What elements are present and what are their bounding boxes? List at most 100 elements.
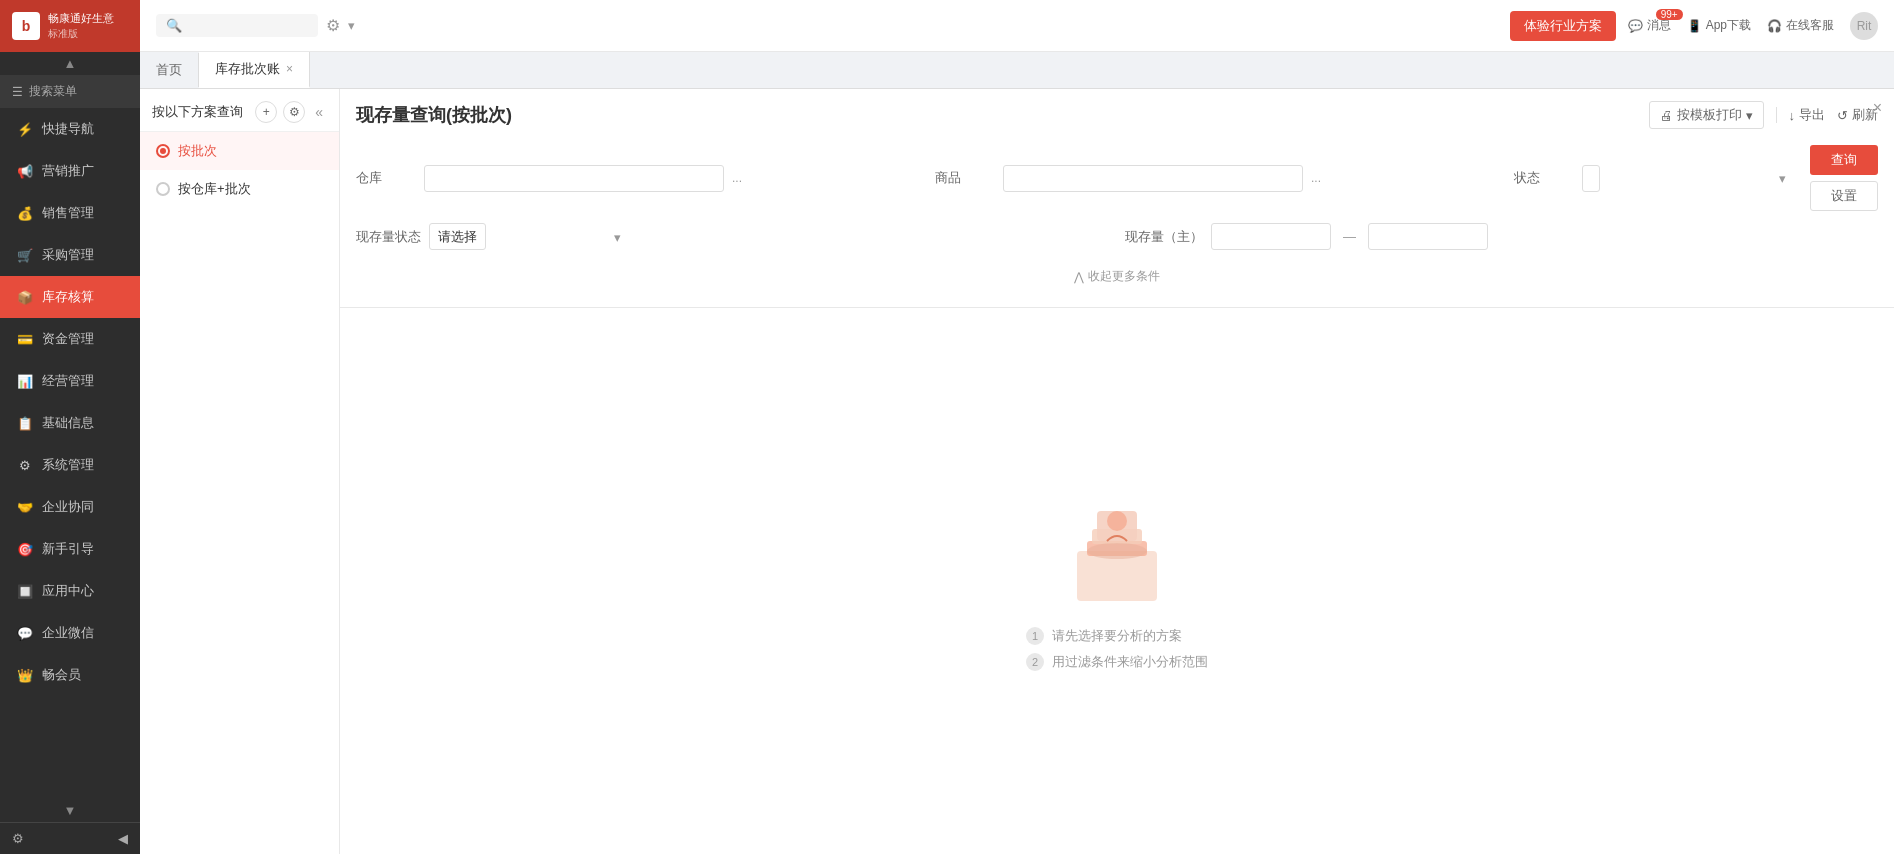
right-panel: 现存量查询(按批次) 🖨 按模板打印 ▾ ↓ 导出 ↺ 刷新 bbox=[340, 89, 1894, 854]
scheme-by-batch[interactable]: 按批次 bbox=[140, 132, 339, 170]
messages-badge: 99+ bbox=[1656, 9, 1683, 20]
sidebar-header: b 畅康通好生意 标准版 bbox=[0, 0, 140, 52]
online-support-label: 在线客服 bbox=[1786, 17, 1834, 34]
scheme-by-warehouse-batch[interactable]: 按仓库+批次 bbox=[140, 170, 339, 208]
topbar-left: 🔍 ⚙ ▾ bbox=[156, 14, 1498, 37]
collapse-more-btn[interactable]: ⋀ 收起更多条件 bbox=[356, 262, 1878, 291]
main-area: 🔍 ⚙ ▾ 体验行业方案 💬 消息 99+ 📱 App下载 🎧 在线客服 bbox=[140, 0, 1894, 854]
collapse-panel-btn[interactable]: « bbox=[311, 102, 327, 122]
brand-sub: 标准版 bbox=[48, 27, 114, 41]
settings-btn[interactable]: 设置 bbox=[1810, 181, 1878, 211]
sidebar-item-marketing[interactable]: 📢 营销推广 bbox=[0, 150, 140, 192]
tab-home-label: 首页 bbox=[156, 61, 182, 79]
nav-label: 企业协同 bbox=[42, 498, 94, 516]
nav-label: 畅会员 bbox=[42, 666, 81, 684]
goods-input[interactable] bbox=[1003, 165, 1303, 192]
query-btn[interactable]: 查询 bbox=[1810, 145, 1878, 175]
warehouse-more-btn[interactable]: ... bbox=[732, 171, 742, 185]
scroll-down-btn[interactable]: ▼ bbox=[0, 799, 140, 822]
basic-icon: 📋 bbox=[16, 414, 34, 432]
user-avatar-btn[interactable]: Rit bbox=[1850, 12, 1878, 40]
quick-nav-icon: ⚡ bbox=[16, 120, 34, 138]
sidebar-item-finance[interactable]: 💳 资金管理 bbox=[0, 318, 140, 360]
page-title: 现存量查询(按批次) bbox=[356, 103, 512, 127]
message-icon: 💬 bbox=[1628, 19, 1643, 33]
nav-label: 库存核算 bbox=[42, 288, 94, 306]
sidebar-item-apps[interactable]: 🔲 应用中心 bbox=[0, 570, 140, 612]
support-icon: 🎧 bbox=[1767, 19, 1782, 33]
sidebar-item-system[interactable]: ⚙ 系统管理 bbox=[0, 444, 140, 486]
print-icon: 🖨 bbox=[1660, 108, 1673, 123]
inventory-status-select[interactable]: 请选择 bbox=[429, 223, 486, 250]
industry-btn[interactable]: 体验行业方案 bbox=[1510, 11, 1616, 41]
goods-more-btn[interactable]: ... bbox=[1311, 171, 1321, 185]
warehouse-label: 仓库 bbox=[356, 169, 416, 187]
user-name: Rit bbox=[1857, 19, 1872, 33]
warehouse-input[interactable] bbox=[424, 165, 724, 192]
tab-home[interactable]: 首页 bbox=[140, 53, 199, 87]
radio-by-batch bbox=[156, 144, 170, 158]
empty-state: 1 请先选择要分析的方案 2 用过滤条件来缩小分析范围 bbox=[340, 308, 1894, 854]
dropdown-icon[interactable]: ▾ bbox=[348, 18, 355, 33]
finance-icon: 💳 bbox=[16, 330, 34, 348]
sidebar-item-quick-nav[interactable]: ⚡ 快捷导航 bbox=[0, 108, 140, 150]
search-icon: ☰ bbox=[12, 85, 23, 99]
wechat-icon: 💬 bbox=[16, 624, 34, 642]
collapse-sidebar-icon[interactable]: ◀ bbox=[118, 831, 128, 846]
print-dropdown-icon: ▾ bbox=[1746, 108, 1753, 123]
sidebar-item-purchase[interactable]: 🛒 采购管理 bbox=[0, 234, 140, 276]
search-menu-btn[interactable]: ☰ 搜索菜单 bbox=[0, 75, 140, 108]
print-btn[interactable]: 🖨 按模板打印 ▾ bbox=[1649, 101, 1764, 129]
apps-icon: 🔲 bbox=[16, 582, 34, 600]
nav-label: 采购管理 bbox=[42, 246, 94, 264]
search-input[interactable] bbox=[188, 19, 308, 33]
inventory-status-select-wrapper[interactable]: 请选择 bbox=[429, 223, 629, 250]
radio-by-warehouse-batch bbox=[156, 182, 170, 196]
scroll-up-btn[interactable]: ▲ bbox=[0, 52, 140, 75]
add-scheme-btn[interactable]: + bbox=[255, 101, 277, 123]
app-download-btn[interactable]: 📱 App下载 bbox=[1687, 17, 1751, 34]
close-panel-btn[interactable]: × bbox=[1873, 99, 1882, 117]
topbar-search-box[interactable]: 🔍 bbox=[156, 14, 318, 37]
svg-point-5 bbox=[1107, 511, 1127, 531]
quantity-from-input[interactable] bbox=[1211, 223, 1331, 250]
settings-icon: ⚙ bbox=[289, 105, 300, 119]
sidebar-item-newbie[interactable]: 🎯 新手引导 bbox=[0, 528, 140, 570]
purchase-icon: 🛒 bbox=[16, 246, 34, 264]
nav-label: 营销推广 bbox=[42, 162, 94, 180]
tab-close-btn[interactable]: × bbox=[286, 62, 293, 76]
refresh-icon: ↺ bbox=[1837, 108, 1848, 123]
sidebar-item-inventory[interactable]: 📦 库存核算 bbox=[0, 276, 140, 318]
quantity-to-input[interactable] bbox=[1368, 223, 1488, 250]
topbar-icon-group: 💬 消息 99+ 📱 App下载 🎧 在线客服 Rit bbox=[1628, 12, 1878, 40]
empty-text: 1 请先选择要分析的方案 2 用过滤条件来缩小分析范围 bbox=[1026, 627, 1208, 671]
app-download-label: App下载 bbox=[1706, 17, 1751, 34]
sidebar-item-member[interactable]: 👑 畅会员 bbox=[0, 654, 140, 696]
sidebar-item-wechat[interactable]: 💬 企业微信 bbox=[0, 612, 140, 654]
nav-label: 应用中心 bbox=[42, 582, 94, 600]
online-support-btn[interactable]: 🎧 在线客服 bbox=[1767, 17, 1834, 34]
sidebar-item-basic[interactable]: 📋 基础信息 bbox=[0, 402, 140, 444]
export-btn[interactable]: ↓ 导出 bbox=[1789, 106, 1826, 124]
sidebar-item-sales[interactable]: 💰 销售管理 bbox=[0, 192, 140, 234]
left-panel-header: 按以下方案查询 + ⚙ « bbox=[140, 89, 339, 132]
nav-label: 系统管理 bbox=[42, 456, 94, 474]
scheme-settings-btn[interactable]: ⚙ bbox=[283, 101, 305, 123]
sidebar: b 畅康通好生意 标准版 ▲ ☰ 搜索菜单 ⚡ 快捷导航 📢 营销推广 💰 销售… bbox=[0, 0, 140, 854]
filter-inventory-status: 现存量状态 请选择 bbox=[356, 223, 1109, 250]
tab-inventory-batch[interactable]: 库存批次账 × bbox=[199, 52, 310, 88]
status-select-wrapper[interactable] bbox=[1582, 165, 1794, 192]
settings-icon[interactable]: ⚙ bbox=[326, 16, 340, 35]
status-select[interactable] bbox=[1582, 165, 1600, 192]
hint-text-1: 请先选择要分析的方案 bbox=[1052, 627, 1182, 645]
sidebar-item-enterprise[interactable]: 🤝 企业协同 bbox=[0, 486, 140, 528]
sidebar-item-operations[interactable]: 📊 经营管理 bbox=[0, 360, 140, 402]
left-panel: 按以下方案查询 + ⚙ « 按批次 按仓库+批次 bbox=[140, 89, 340, 854]
settings-icon[interactable]: ⚙ bbox=[12, 831, 24, 846]
messages-btn[interactable]: 💬 消息 99+ bbox=[1628, 17, 1671, 34]
hint-text-2: 用过滤条件来缩小分析范围 bbox=[1052, 653, 1208, 671]
inventory-icon: 📦 bbox=[16, 288, 34, 306]
nav-label: 快捷导航 bbox=[42, 120, 94, 138]
sales-icon: 💰 bbox=[16, 204, 34, 222]
collapse-more-label: 收起更多条件 bbox=[1088, 268, 1160, 285]
